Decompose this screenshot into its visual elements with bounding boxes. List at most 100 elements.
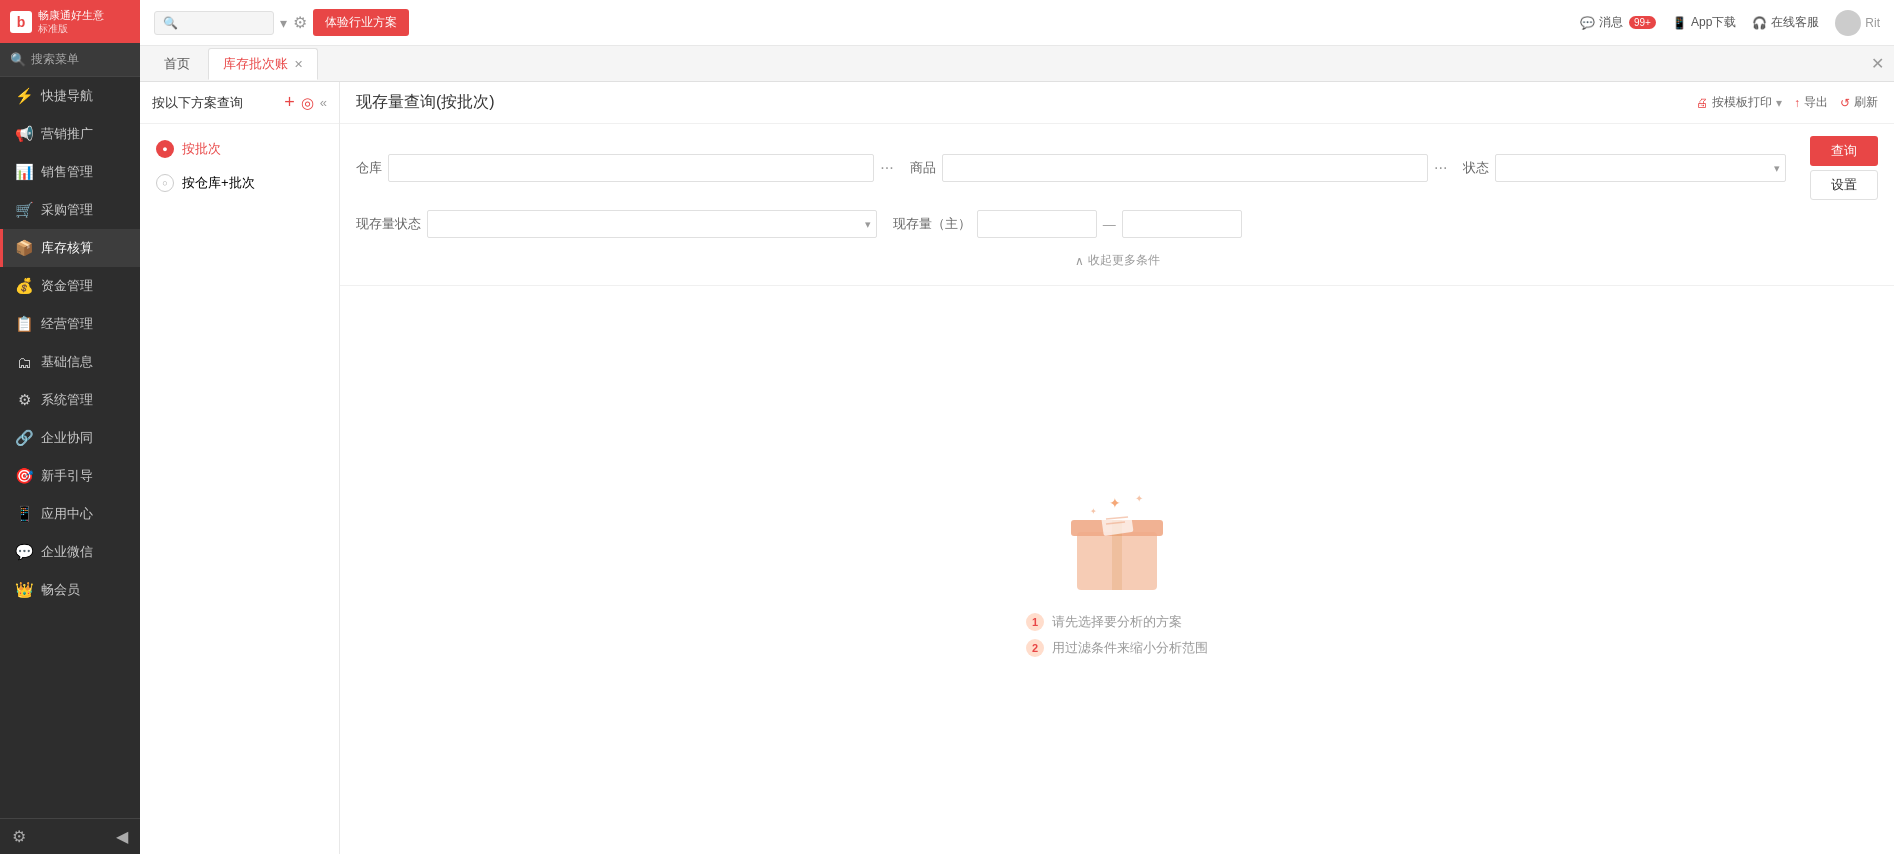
tip-num-2: 2: [1026, 639, 1044, 657]
svg-text:✦: ✦: [1135, 493, 1143, 504]
status-select[interactable]: [1495, 154, 1786, 182]
headset-icon: 🎧: [1752, 16, 1767, 30]
add-plan-icon[interactable]: +: [284, 92, 295, 113]
user-avatar-btn[interactable]: Rit: [1835, 10, 1880, 36]
online-service-label: 在线客服: [1771, 14, 1819, 31]
stock-qty-dash: —: [1103, 217, 1116, 232]
tab-home-label: 首页: [164, 55, 190, 73]
stock-status-label: 现存量状态: [356, 215, 421, 233]
collapse-label: 收起更多条件: [1088, 252, 1160, 269]
tip-num-1: 1: [1026, 613, 1044, 631]
search-label: 搜索菜单: [31, 51, 79, 68]
left-panel-header: 按以下方案查询 + ◎ «: [140, 82, 339, 124]
industry-btn[interactable]: 体验行业方案: [313, 9, 409, 36]
svg-text:✦: ✦: [1090, 507, 1097, 516]
enterprise-icon: 🔗: [15, 429, 33, 447]
page-titlebar: 现存量查询(按批次) 🖨 按模板打印 ▾ ↑ 导出 ↺ 刷新: [340, 82, 1894, 124]
chevron-down-icon[interactable]: ▾: [280, 15, 287, 31]
sidebar-item-marketing[interactable]: 📢 营销推广: [0, 115, 140, 153]
product-input[interactable]: [942, 154, 1428, 182]
empty-tip-2: 2 用过滤条件来缩小分析范围: [1026, 639, 1208, 657]
message-badge: 99+: [1629, 16, 1656, 29]
refresh-label: 刷新: [1854, 94, 1878, 111]
operation-icon: 📋: [15, 315, 33, 333]
plan-item-by-batch[interactable]: ● 按批次: [140, 132, 339, 166]
sidebar-item-label: 新手引导: [41, 467, 93, 485]
tab-batch-account[interactable]: 库存批次账 ✕: [208, 48, 318, 80]
sidebar-item-purchase[interactable]: 🛒 采购管理: [0, 191, 140, 229]
online-service-btn[interactable]: 🎧 在线客服: [1752, 14, 1819, 31]
sidebar-settings-icon[interactable]: ⚙: [12, 827, 26, 846]
sidebar-item-label: 基础信息: [41, 353, 93, 371]
settings-gear-icon[interactable]: ⚙: [293, 13, 307, 32]
sidebar-collapse-icon[interactable]: ◀: [116, 827, 128, 846]
phone-icon: 📱: [1672, 16, 1687, 30]
tip-text-1: 请先选择要分析的方案: [1052, 613, 1182, 631]
sidebar-item-enterprise[interactable]: 🔗 企业协同: [0, 419, 140, 457]
sidebar-item-quick-nav[interactable]: ⚡ 快捷导航: [0, 77, 140, 115]
product-label: 商品: [910, 159, 936, 177]
tab-panel-close-icon[interactable]: ✕: [1871, 54, 1884, 73]
plan-label: 按批次: [182, 140, 221, 158]
purchase-icon: 🛒: [15, 201, 33, 219]
sidebar-item-label: 快捷导航: [41, 87, 93, 105]
warehouse-input[interactable]: [388, 154, 874, 182]
refresh-btn[interactable]: ↺ 刷新: [1840, 94, 1878, 111]
sidebar-item-label: 企业协同: [41, 429, 93, 447]
app-download-btn[interactable]: 📱 App下载: [1672, 14, 1736, 31]
sidebar-item-sales[interactable]: 📊 销售管理: [0, 153, 140, 191]
tabbar: 首页 库存批次账 ✕ ✕: [140, 46, 1894, 82]
sidebar-item-wechat[interactable]: 💬 企业微信: [0, 533, 140, 571]
plan-settings-icon[interactable]: ◎: [301, 94, 314, 112]
stock-qty-max-input[interactable]: [1122, 210, 1242, 238]
product-more-icon[interactable]: ···: [1434, 159, 1447, 177]
stock-qty-label: 现存量（主）: [893, 215, 971, 233]
app-logo: b: [10, 11, 32, 33]
print-btn[interactable]: 🖨 按模板打印 ▾: [1696, 94, 1782, 111]
warehouse-more-icon[interactable]: ···: [880, 159, 893, 177]
member-icon: 👑: [15, 581, 33, 599]
message-btn[interactable]: 💬 消息 99+: [1580, 14, 1656, 31]
empty-tip-1: 1 请先选择要分析的方案: [1026, 613, 1208, 631]
chevron-up-icon: ∧: [1075, 254, 1084, 268]
sidebar-item-newbie[interactable]: 🎯 新手引导: [0, 457, 140, 495]
collapse-more-btn[interactable]: ∧ 收起更多条件: [356, 248, 1878, 273]
tab-close-icon[interactable]: ✕: [294, 58, 303, 71]
search-icon: 🔍: [163, 16, 178, 30]
system-icon: ⚙: [15, 391, 33, 409]
sidebar-item-inventory[interactable]: 📦 库存核算: [0, 229, 140, 267]
tab-home[interactable]: 首页: [150, 49, 204, 79]
status-filter: 状态 ▾: [1463, 154, 1786, 182]
status-select-wrapper: ▾: [1495, 154, 1786, 182]
filter-row-1: 仓库 ··· 商品 ··· 状态: [356, 136, 1878, 200]
sidebar-item-label: 销售管理: [41, 163, 93, 181]
left-panel-title: 按以下方案查询: [152, 94, 243, 112]
sidebar-search[interactable]: 🔍 搜索菜单: [0, 43, 140, 77]
sidebar-item-label: 应用中心: [41, 505, 93, 523]
query-button[interactable]: 查询: [1810, 136, 1878, 166]
topbar-search-box[interactable]: 🔍: [154, 11, 274, 35]
left-panel-actions: + ◎ «: [284, 92, 327, 113]
plan-inactive-icon: ○: [156, 174, 174, 192]
search-icon: 🔍: [10, 52, 26, 67]
plan-item-by-warehouse-batch[interactable]: ○ 按仓库+批次: [140, 166, 339, 200]
empty-box-svg: ✦ ✦ ✦: [1057, 484, 1177, 594]
collapse-panel-icon[interactable]: «: [320, 95, 327, 110]
sidebar-item-operation[interactable]: 📋 经营管理: [0, 305, 140, 343]
topbar: 🔍 ▾ ⚙ 体验行业方案 💬 消息 99+ 📱 App下载 🎧 在线客服: [140, 0, 1894, 46]
sidebar-item-member[interactable]: 👑 畅会员: [0, 571, 140, 609]
sidebar-item-system[interactable]: ⚙ 系统管理: [0, 381, 140, 419]
sidebar-item-basic[interactable]: 🗂 基础信息: [0, 343, 140, 381]
sidebar-item-app-center[interactable]: 📱 应用中心: [0, 495, 140, 533]
stock-status-select[interactable]: [427, 210, 877, 238]
empty-illustration: ✦ ✦ ✦: [1057, 484, 1177, 597]
stock-qty-min-input[interactable]: [977, 210, 1097, 238]
plan-active-icon: ●: [156, 140, 174, 158]
export-btn[interactable]: ↑ 导出: [1794, 94, 1828, 111]
sidebar-item-finance[interactable]: 💰 资金管理: [0, 267, 140, 305]
settings-button[interactable]: 设置: [1810, 170, 1878, 200]
print-dropdown-icon[interactable]: ▾: [1776, 96, 1782, 110]
status-label: 状态: [1463, 159, 1489, 177]
stock-status-select-wrapper: ▾: [427, 210, 877, 238]
action-buttons: 查询 设置: [1810, 136, 1878, 200]
